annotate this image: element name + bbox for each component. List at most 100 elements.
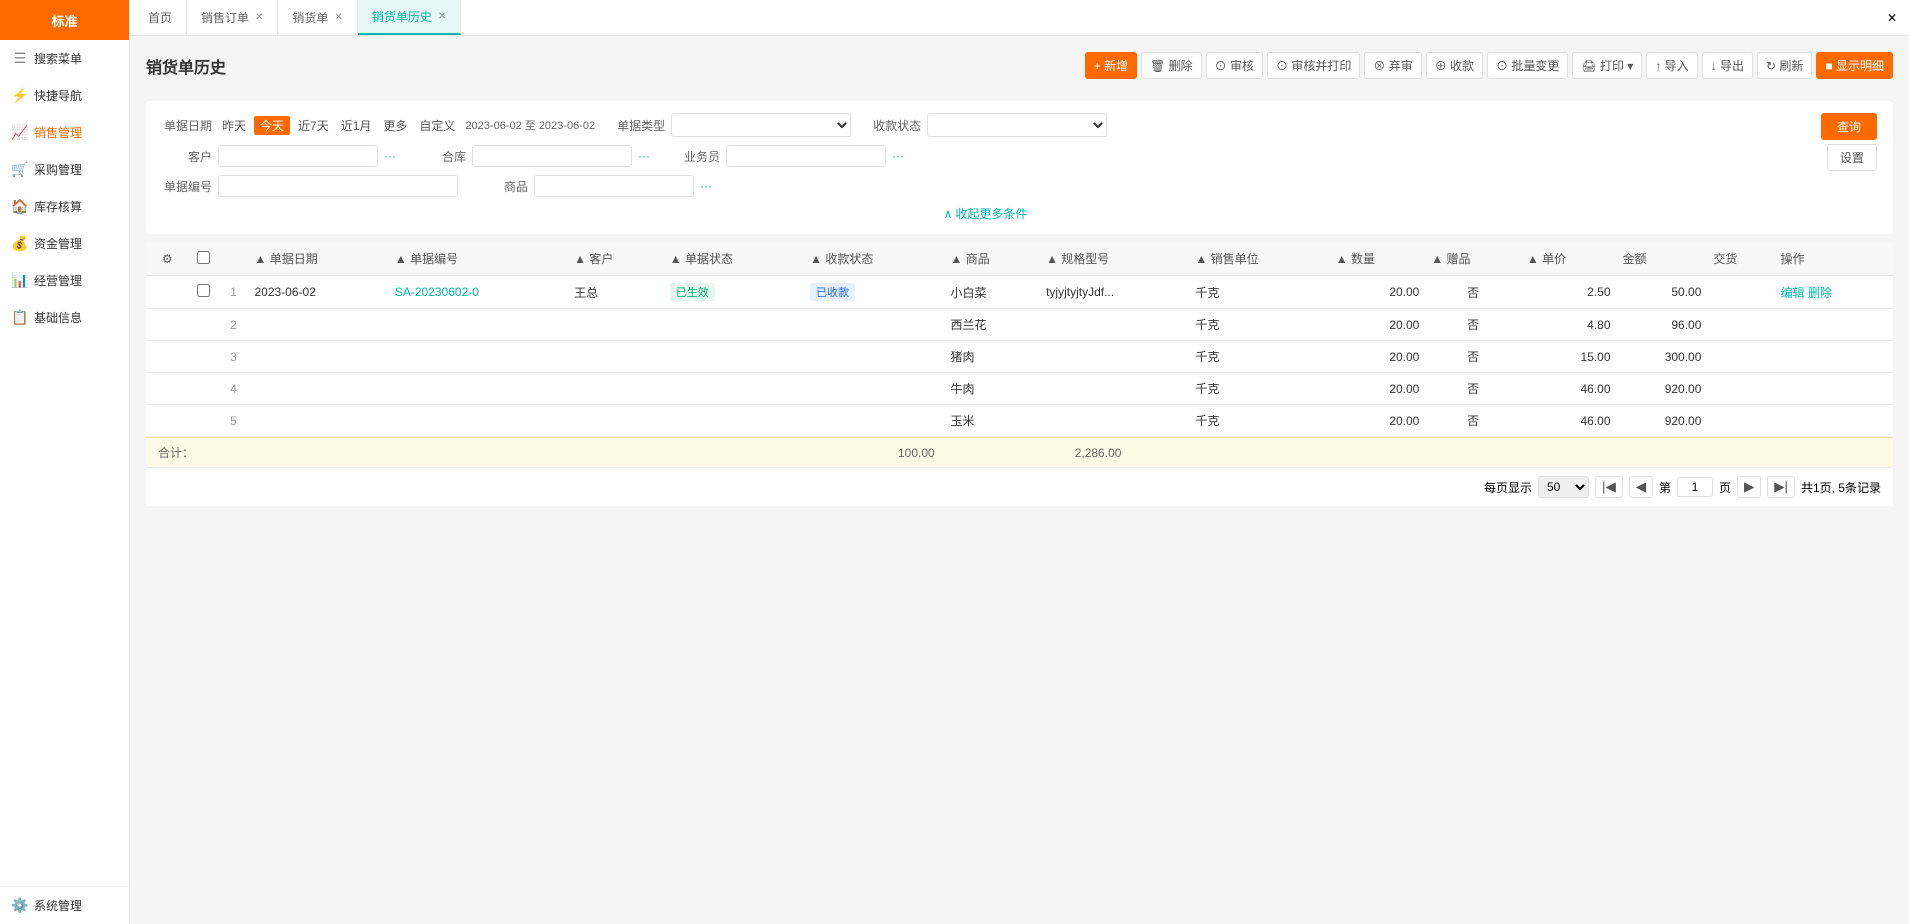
col-doc-status[interactable]: ▲ 单据状态 xyxy=(664,242,804,276)
col-date[interactable]: ▲ 单据日期 xyxy=(248,242,388,276)
col-collect-status[interactable]: ▲ 收款状态 xyxy=(804,242,944,276)
sidebar-item-search-menu[interactable]: ☰ 搜索菜单 xyxy=(0,40,129,77)
customer-dots[interactable]: ··· xyxy=(384,149,396,163)
col-docno-label: ▲ 单据编号 xyxy=(395,250,458,267)
window-close-btn[interactable]: ✕ xyxy=(1887,11,1905,25)
review-button[interactable]: ⊙ 审核 xyxy=(1206,52,1263,79)
cell-num: 4 xyxy=(218,373,248,405)
cell-docno[interactable] xyxy=(389,341,568,373)
col-gift[interactable]: ▲ 赠品 xyxy=(1425,242,1521,276)
col-docno[interactable]: ▲ 单据编号 xyxy=(389,242,568,276)
date-btn-today[interactable]: 今天 xyxy=(254,116,290,135)
sidebar-item-purchase-mgmt[interactable]: 🛒 采购管理 xyxy=(0,151,129,188)
date-btn-custom[interactable]: 自定义 xyxy=(415,116,459,135)
per-page-select[interactable]: 50 100 xyxy=(1538,476,1589,498)
cell-actions[interactable] xyxy=(1775,405,1893,437)
sidebar-item-finance[interactable]: 💰 资金管理 xyxy=(0,225,129,262)
sidebar-item-inventory[interactable]: 🏠 库存核算 xyxy=(0,188,129,225)
query-button[interactable]: 查询 xyxy=(1821,113,1877,140)
doctype-select[interactable] xyxy=(671,113,851,137)
page-input[interactable] xyxy=(1677,477,1713,497)
warehouse-input[interactable] xyxy=(472,145,632,167)
tab-sales-order-label: 销售订单 xyxy=(201,9,249,26)
col-customer[interactable]: ▲ 客户 xyxy=(568,242,664,276)
goods-dots[interactable]: ··· xyxy=(700,179,712,193)
col-gear[interactable]: ⚙ xyxy=(146,242,188,276)
cell-actions[interactable] xyxy=(1775,309,1893,341)
sidebar-logo: 标准 xyxy=(0,0,129,40)
cell-collect-status xyxy=(804,373,944,405)
docno-input[interactable] xyxy=(218,175,458,197)
cell-amount: 50.00 xyxy=(1617,276,1708,309)
cell-checkbox[interactable] xyxy=(188,309,218,341)
sidebar-item-basic-info[interactable]: 📋 基础信息 xyxy=(0,299,129,336)
cell-goods: 猪肉 xyxy=(944,341,1040,373)
review-print-button[interactable]: ⊙ 审核并打印 xyxy=(1267,52,1360,79)
page-first-btn[interactable]: |◀ xyxy=(1595,476,1623,498)
set-button[interactable]: 设置 xyxy=(1827,144,1877,171)
cell-checkbox[interactable] xyxy=(188,373,218,405)
date-btn-yesterday[interactable]: 昨天 xyxy=(218,116,250,135)
tab-sales-history[interactable]: 销货单历史 ✕ xyxy=(358,0,461,35)
date-btn-1month[interactable]: 近1月 xyxy=(337,116,376,135)
sidebar-item-sales-mgmt[interactable]: 📈 销售管理 xyxy=(0,114,129,151)
date-btn-more[interactable]: 更多 xyxy=(379,116,411,135)
col-goods[interactable]: ▲ 商品 xyxy=(944,242,1040,276)
cell-docno[interactable] xyxy=(389,405,568,437)
page-next-btn[interactable]: ▶ xyxy=(1737,476,1761,498)
filter-collapse[interactable]: ∧ 收起更多条件 xyxy=(162,205,1809,222)
cell-actions[interactable] xyxy=(1775,373,1893,405)
abandon-button[interactable]: ⊗ 弃审 xyxy=(1364,52,1421,79)
total-qty: 100.00 xyxy=(898,446,935,460)
cell-actions[interactable]: 编辑 删除 xyxy=(1775,276,1893,309)
sidebar-item-operations[interactable]: 📊 经营管理 xyxy=(0,262,129,299)
customer-input[interactable] xyxy=(218,145,378,167)
data-table-wrap: ⚙ ▲ 单据日期 ▲ 单据编号 ▲ 客户 ▲ 单据状态 ▲ 收款状态 ▲ 商品 … xyxy=(146,242,1893,467)
staff-input[interactable] xyxy=(726,145,886,167)
staff-dots[interactable]: ··· xyxy=(892,149,904,163)
print-button[interactable]: 🖨 打印 ▾ xyxy=(1572,52,1642,79)
action-编辑[interactable]: 编辑 xyxy=(1781,286,1805,300)
warehouse-dots[interactable]: ··· xyxy=(638,149,650,163)
select-all-checkbox[interactable] xyxy=(197,251,210,264)
collect-status-select[interactable] xyxy=(927,113,1107,137)
tab-home[interactable]: 首页 xyxy=(134,0,187,35)
batch-change-button[interactable]: ⊙ 批量变更 xyxy=(1487,52,1568,79)
cell-checkbox[interactable] xyxy=(188,341,218,373)
cell-actions[interactable] xyxy=(1775,341,1893,373)
col-spec[interactable]: ▲ 规格型号 xyxy=(1040,242,1189,276)
col-qty[interactable]: ▲ 数量 xyxy=(1330,242,1426,276)
quick-nav-icon: ⚡ xyxy=(12,88,28,104)
action-删除[interactable]: 删除 xyxy=(1808,286,1832,300)
cell-docno[interactable]: SA-20230602-0 xyxy=(389,276,568,309)
col-price[interactable]: ▲ 单价 xyxy=(1521,242,1617,276)
tab-sales-history-close[interactable]: ✕ xyxy=(438,11,446,22)
delete-button[interactable]: 🗑 删除 xyxy=(1141,52,1202,79)
date-btn-7days[interactable]: 近7天 xyxy=(294,116,333,135)
total-label: 合计： xyxy=(158,444,198,461)
import-button[interactable]: ↑ 导入 xyxy=(1646,52,1697,79)
sidebar-item-system-mgmt[interactable]: ⚙️ 系统管理 xyxy=(0,886,129,924)
new-button[interactable]: + 新增 xyxy=(1085,52,1137,79)
cell-docno[interactable] xyxy=(389,309,568,341)
tab-sales-order[interactable]: 销售订单 ✕ xyxy=(187,0,278,35)
page-last-btn[interactable]: ▶| xyxy=(1767,476,1795,498)
export-button[interactable]: ↓ 导出 xyxy=(1702,52,1753,79)
tab-sales-goods-close[interactable]: ✕ xyxy=(334,12,342,23)
cell-docno[interactable] xyxy=(389,373,568,405)
goods-input[interactable] xyxy=(534,175,694,197)
cell-gift: 否 xyxy=(1425,373,1521,405)
cell-checkbox[interactable] xyxy=(188,405,218,437)
collect-button[interactable]: ⊕ 收款 xyxy=(1426,52,1483,79)
doctype-label: 单据类型 xyxy=(615,117,665,134)
refresh-button[interactable]: ↻ 刷新 xyxy=(1757,52,1812,79)
row-checkbox[interactable] xyxy=(197,284,210,297)
tab-sales-order-close[interactable]: ✕ xyxy=(255,12,263,23)
col-checkbox[interactable] xyxy=(188,242,218,276)
show-detail-button[interactable]: ■ 显示明细 xyxy=(1816,52,1893,79)
col-unit[interactable]: ▲ 销售单位 xyxy=(1189,242,1329,276)
page-prev-btn[interactable]: ◀ xyxy=(1629,476,1653,498)
cell-checkbox[interactable] xyxy=(188,276,218,309)
tab-sales-goods[interactable]: 销货单 ✕ xyxy=(278,0,357,35)
sidebar-item-quick-nav[interactable]: ⚡ 快捷导航 xyxy=(0,77,129,114)
